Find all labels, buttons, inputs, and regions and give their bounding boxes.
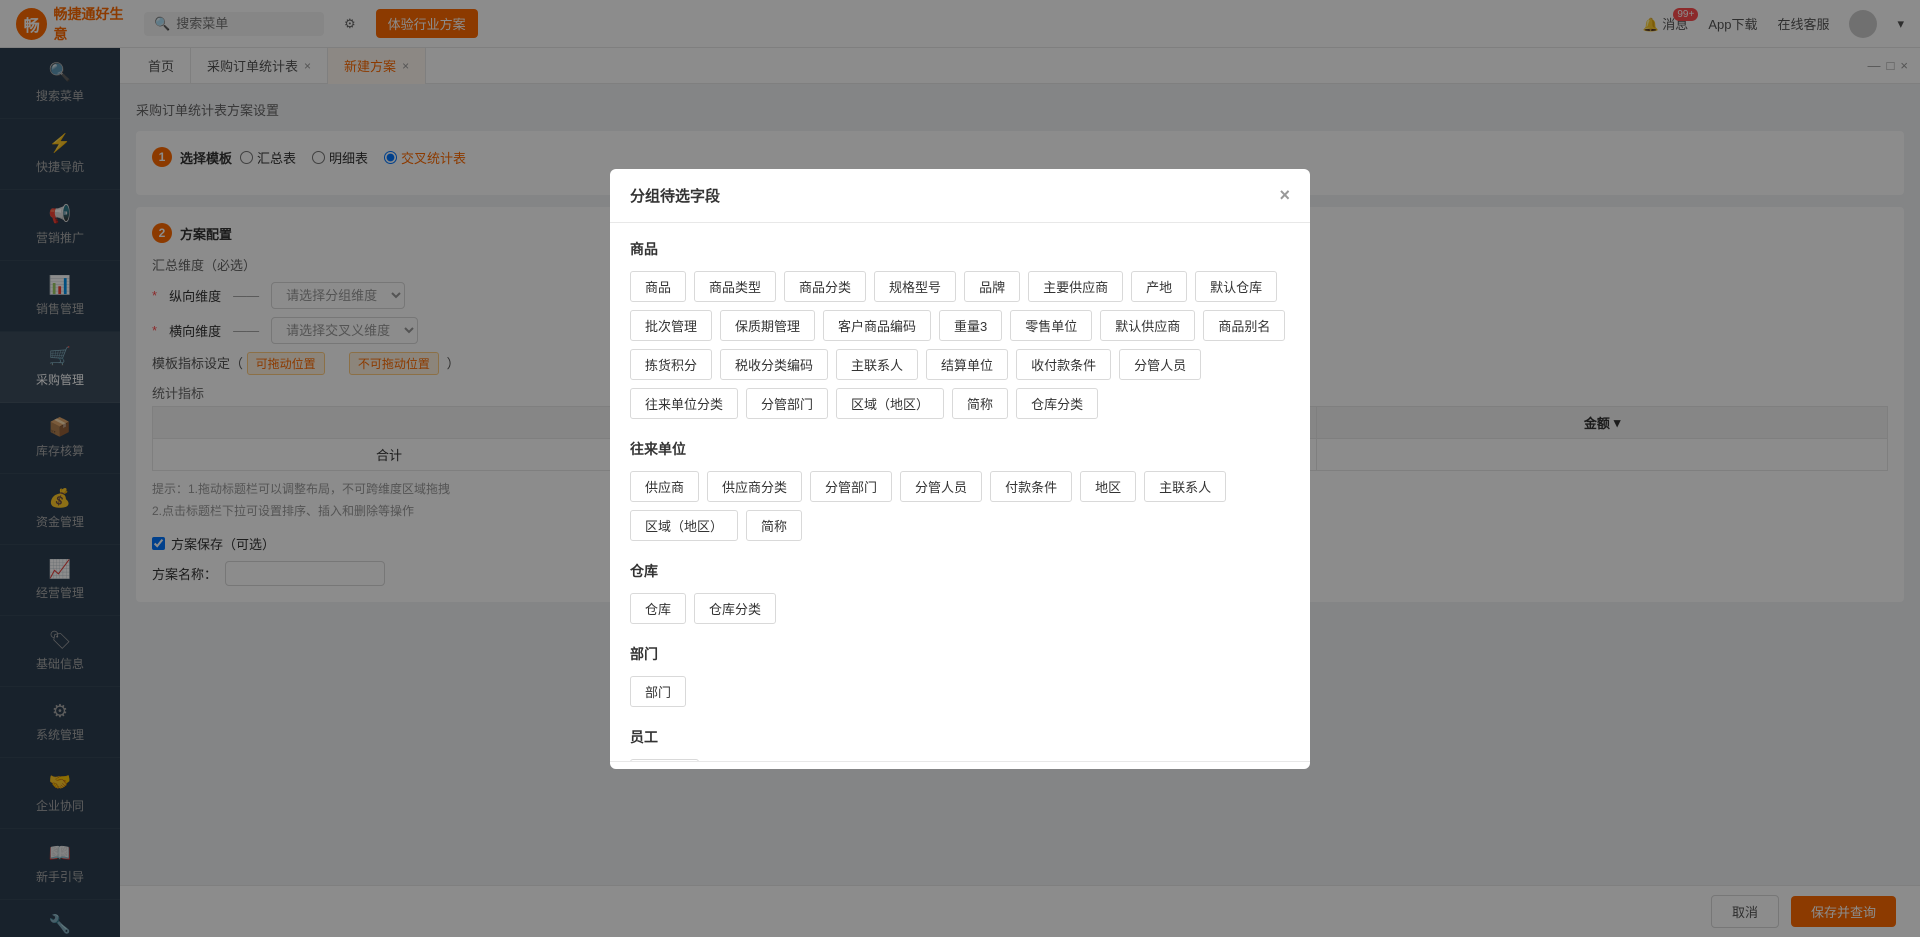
field-group-商品: 商品商品商品类型商品分类规格型号品牌主要供应商产地默认仓库批次管理保质期管理客户… bbox=[630, 239, 1290, 419]
field-tag[interactable]: 仓库 bbox=[630, 593, 686, 624]
field-tag[interactable]: 重量3 bbox=[939, 310, 1002, 341]
field-tag[interactable]: 分管部门 bbox=[746, 388, 828, 419]
field-tag[interactable]: 商品类型 bbox=[694, 271, 776, 302]
field-tag[interactable]: 分管部门 bbox=[810, 471, 892, 502]
field-group-仓库: 仓库仓库仓库分类 bbox=[630, 561, 1290, 624]
field-tag[interactable]: 仓库分类 bbox=[694, 593, 776, 624]
field-tag[interactable]: 品牌 bbox=[964, 271, 1020, 302]
modal-title: 分组待选字段 bbox=[630, 185, 720, 206]
field-tag[interactable]: 客户商品编码 bbox=[823, 310, 931, 341]
field-tag[interactable]: 往来单位分类 bbox=[630, 388, 738, 419]
field-tag[interactable]: 拣货积分 bbox=[630, 349, 712, 380]
field-tag[interactable]: 税收分类编码 bbox=[720, 349, 828, 380]
field-tags: 部门 bbox=[630, 676, 1290, 707]
field-group-部门: 部门部门 bbox=[630, 644, 1290, 707]
field-tag[interactable]: 简称 bbox=[746, 510, 802, 541]
field-tag[interactable]: 区域（地区） bbox=[630, 510, 738, 541]
field-tag[interactable]: 零售单位 bbox=[1010, 310, 1092, 341]
modal-close-button[interactable]: × bbox=[1279, 185, 1290, 206]
field-group-title: 部门 bbox=[630, 644, 1290, 664]
field-tag[interactable]: 分管人员 bbox=[900, 471, 982, 502]
field-tags: 供应商供应商分类分管部门分管人员付款条件地区主联系人区域（地区） 简称 bbox=[630, 471, 1290, 541]
field-tag[interactable]: 默认仓库 bbox=[1195, 271, 1277, 302]
field-group-title: 商品 bbox=[630, 239, 1290, 259]
field-tags: 仓库仓库分类 bbox=[630, 593, 1290, 624]
field-tags: 商品商品类型商品分类规格型号品牌主要供应商产地默认仓库批次管理保质期管理客户商品… bbox=[630, 271, 1290, 419]
field-tag[interactable]: 结算单位 bbox=[926, 349, 1008, 380]
field-tag[interactable]: 商品 bbox=[630, 271, 686, 302]
field-group-title: 员工 bbox=[630, 727, 1290, 747]
field-tag[interactable]: 默认供应商 bbox=[1100, 310, 1195, 341]
modal: 分组待选字段 × 商品商品商品类型商品分类规格型号品牌主要供应商产地默认仓库批次… bbox=[610, 169, 1310, 769]
field-tag[interactable]: 主联系人 bbox=[1144, 471, 1226, 502]
modal-hscroll[interactable] bbox=[610, 761, 1310, 769]
modal-overlay: 分组待选字段 × 商品商品商品类型商品分类规格型号品牌主要供应商产地默认仓库批次… bbox=[0, 0, 1920, 937]
field-tag[interactable]: 仓库分类 bbox=[1016, 388, 1098, 419]
field-group-往来单位: 往来单位供应商供应商分类分管部门分管人员付款条件地区主联系人区域（地区） 简称 bbox=[630, 439, 1290, 541]
field-tag[interactable]: 地区 bbox=[1080, 471, 1136, 502]
field-group-title: 往来单位 bbox=[630, 439, 1290, 459]
field-tag[interactable]: 分管人员 bbox=[1119, 349, 1201, 380]
field-tag[interactable]: 商品分类 bbox=[784, 271, 866, 302]
modal-body[interactable]: 商品商品商品类型商品分类规格型号品牌主要供应商产地默认仓库批次管理保质期管理客户… bbox=[610, 223, 1310, 761]
field-tag[interactable]: 规格型号 bbox=[874, 271, 956, 302]
field-tag[interactable]: 保质期管理 bbox=[720, 310, 815, 341]
field-group-title: 仓库 bbox=[630, 561, 1290, 581]
field-tag[interactable]: 商品别名 bbox=[1203, 310, 1285, 341]
field-tag[interactable]: 简称 bbox=[952, 388, 1008, 419]
field-tag[interactable]: 供应商 bbox=[630, 471, 699, 502]
field-tag[interactable]: 付款条件 bbox=[990, 471, 1072, 502]
field-tag[interactable]: 供应商分类 bbox=[707, 471, 802, 502]
field-tag[interactable]: 产地 bbox=[1131, 271, 1187, 302]
field-tag[interactable]: 部门 bbox=[630, 676, 686, 707]
modal-header: 分组待选字段 × bbox=[610, 169, 1310, 223]
field-tag[interactable]: 区域（地区） bbox=[836, 388, 944, 419]
field-tag[interactable]: 主要供应商 bbox=[1028, 271, 1123, 302]
field-tag[interactable]: 批次管理 bbox=[630, 310, 712, 341]
field-group-员工: 员工业务员 bbox=[630, 727, 1290, 761]
field-tag[interactable]: 收付款条件 bbox=[1016, 349, 1111, 380]
field-tag[interactable]: 主联系人 bbox=[836, 349, 918, 380]
